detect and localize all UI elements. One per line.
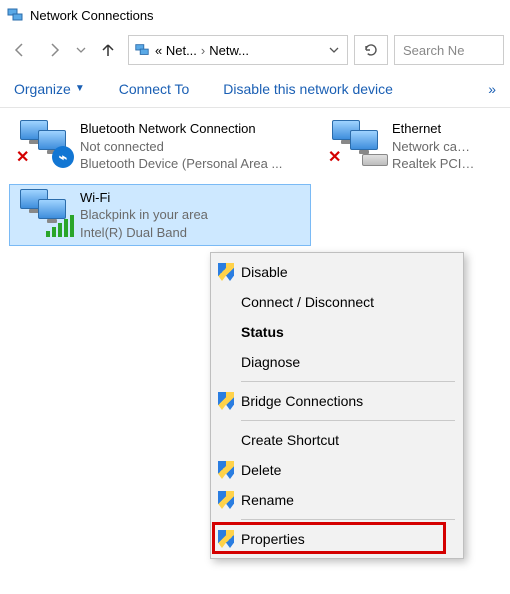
context-menu-item-icon [211, 347, 241, 377]
connection-status: Not connected [80, 138, 282, 156]
context-menu-item-icon [211, 425, 241, 455]
back-button[interactable] [6, 36, 34, 64]
toolbar-disable-label: Disable this network device [223, 81, 393, 97]
context-menu-separator [241, 519, 455, 520]
context-menu-item-delete[interactable]: Delete [241, 455, 463, 485]
context-menu-item-diagnose[interactable]: Diagnose [241, 347, 463, 377]
toolbar-overflow[interactable]: » [488, 81, 496, 97]
context-menu-item-icon [211, 317, 241, 347]
connection-name: Wi-Fi [80, 189, 208, 207]
ethernet-adapter-icon: ✕ [328, 120, 384, 166]
toolbar-disable-device[interactable]: Disable this network device [223, 81, 393, 97]
uac-shield-icon [218, 461, 234, 479]
connection-device: Bluetooth Device (Personal Area ... [80, 155, 282, 173]
search-input[interactable]: Search Ne [394, 35, 504, 65]
chevron-right-icon: › [201, 43, 205, 58]
context-menu-item-icon [211, 287, 241, 317]
uac-shield-icon [218, 263, 234, 281]
up-button[interactable] [94, 36, 122, 64]
context-menu-item-rename[interactable]: Rename [241, 485, 463, 515]
context-menu-separator [241, 381, 455, 382]
connection-name: Ethernet [392, 120, 476, 138]
uac-shield-icon [218, 530, 234, 548]
disconnected-x-icon: ✕ [16, 150, 32, 166]
toolbar-connect-to-label: Connect To [119, 81, 190, 97]
disconnected-x-icon: ✕ [328, 150, 344, 166]
context-menu-item-create-shortcut[interactable]: Create Shortcut [241, 425, 463, 455]
wifi-signal-icon [46, 215, 74, 237]
context-menu-item-icon [211, 455, 241, 485]
window-title: Network Connections [30, 8, 154, 23]
address-history-dropdown[interactable] [325, 43, 343, 58]
bluetooth-badge-icon: ⌁ [52, 146, 74, 168]
address-icon [133, 41, 151, 59]
context-menu-separator [241, 420, 455, 421]
context-menu-item-disable[interactable]: Disable [241, 257, 463, 287]
context-menu-item-connect-disconnect[interactable]: Connect / Disconnect [241, 287, 463, 317]
toolbar-organize[interactable]: Organize ▼ [14, 81, 85, 97]
uac-shield-icon [218, 491, 234, 509]
context-menu-item-icon [211, 485, 241, 515]
search-placeholder: Search Ne [403, 43, 464, 58]
connection-status: Blackpink in your area [80, 206, 208, 224]
connection-item-ethernet[interactable]: ✕ Ethernet Network cable u Realtek PCIe … [322, 116, 482, 177]
connection-item-bluetooth[interactable]: ✕ ⌁ Bluetooth Network Connection Not con… [10, 116, 310, 177]
bluetooth-adapter-icon: ✕ ⌁ [16, 120, 72, 166]
window-icon [6, 6, 24, 24]
connection-status: Network cable u [392, 138, 476, 156]
connection-device: Realtek PCIe Gb [392, 155, 476, 173]
ethernet-plug-icon [362, 154, 388, 166]
toolbar-organize-label: Organize [14, 81, 71, 97]
uac-shield-icon [218, 392, 234, 410]
context-menu-item-icon [211, 386, 241, 416]
context-menu-item-icon [211, 257, 241, 287]
breadcrumb-current[interactable]: Netw... [209, 43, 249, 58]
context-menu-item-icon [211, 524, 241, 554]
context-menu-item-status[interactable]: Status [241, 317, 463, 347]
chevron-down-icon: ▼ [75, 83, 85, 94]
toolbar-connect-to[interactable]: Connect To [119, 81, 190, 97]
context-menu-item-bridge-connections[interactable]: Bridge Connections [241, 386, 463, 416]
toolbar-overflow-label: » [488, 81, 496, 97]
connection-name: Bluetooth Network Connection [80, 120, 282, 138]
context-menu-item-properties[interactable]: Properties [241, 524, 463, 554]
context-menu: DisableConnect / DisconnectStatusDiagnos… [210, 252, 464, 559]
wifi-adapter-icon [16, 189, 72, 235]
address-bar[interactable]: « Net... › Netw... [128, 35, 348, 65]
forward-button[interactable] [40, 36, 68, 64]
recent-locations-dropdown[interactable] [74, 36, 88, 64]
connection-item-wifi[interactable]: Wi-Fi Blackpink in your area Intel(R) Du… [10, 185, 310, 246]
connection-device: Intel(R) Dual Band [80, 224, 208, 242]
breadcrumb-root[interactable]: « Net... [155, 43, 197, 58]
refresh-button[interactable] [354, 35, 388, 65]
